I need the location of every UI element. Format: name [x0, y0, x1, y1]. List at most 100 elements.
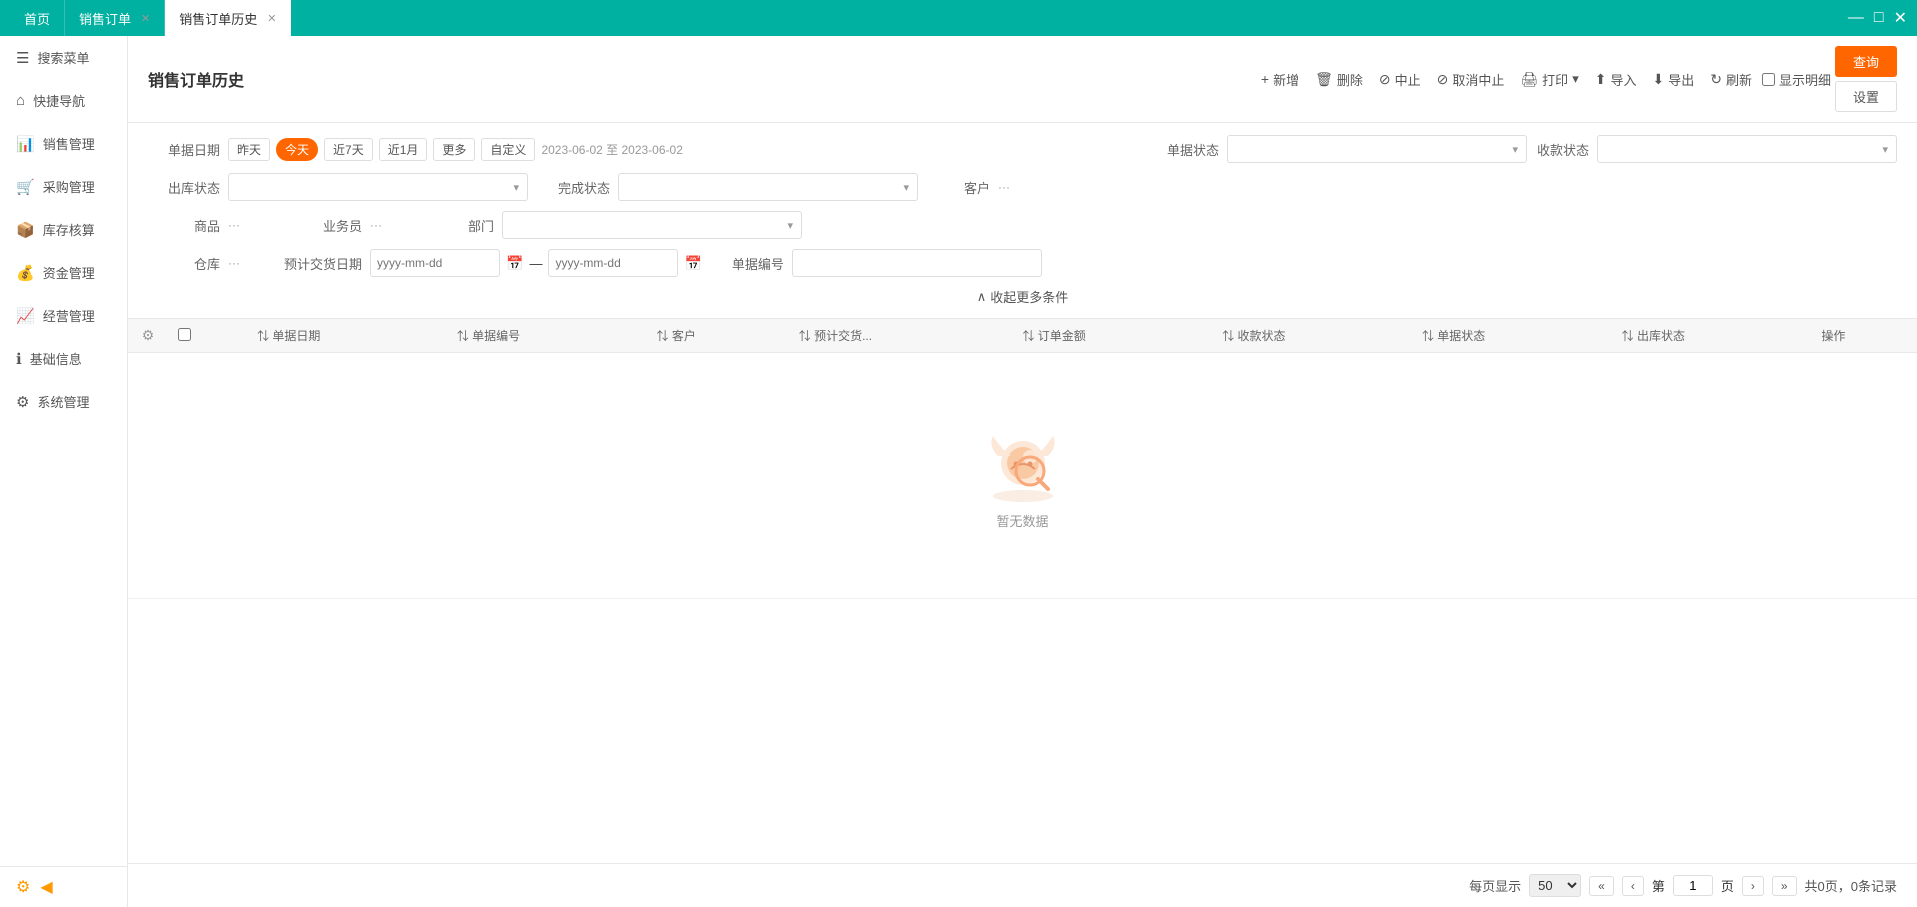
customer-col-label: ⇅ 客户 — [657, 329, 696, 343]
bill-no-label: 单据编号 — [722, 254, 792, 273]
next-page-btn[interactable]: › — [1742, 876, 1764, 896]
page-header: 销售订单历史 + 新增 🗑 删除 ⊘ 中止 ⊘ 取消中止 — [128, 36, 1917, 123]
out-status-col-header: ⇅ 出库状态 — [1612, 319, 1812, 353]
stop-button[interactable]: ⊘ 中止 — [1373, 66, 1427, 93]
set-button[interactable]: 设置 — [1835, 81, 1897, 112]
top-bar: 首页 销售订单 ✕ 销售订单历史 ✕ — □ ✕ — [0, 0, 1917, 36]
tab-home[interactable]: 首页 — [10, 0, 65, 36]
dept-select[interactable]: ▾ — [502, 211, 802, 239]
tab-sales-order-history[interactable]: 销售订单历史 ✕ — [165, 0, 291, 36]
maximize-icon[interactable]: □ — [1874, 9, 1884, 27]
query-button[interactable]: 查询 — [1835, 46, 1897, 77]
date-1month-btn[interactable]: 近1月 — [379, 138, 428, 161]
sidebar-item-operation[interactable]: 📈 经营管理 — [0, 294, 127, 337]
dept-arrow-icon: ▾ — [787, 219, 793, 232]
bill-status-arrow-icon: ▾ — [1512, 143, 1518, 156]
last-page-btn[interactable]: » — [1772, 876, 1797, 896]
inventory-icon: 📦 — [16, 221, 35, 239]
delivery-end-input[interactable] — [548, 249, 678, 277]
table-header-row: ⚙ ⇅ 单据日期 ⇅ 单据编号 ⇅ 客户 — [128, 319, 1917, 353]
empty-row: 暂无数据 — [128, 353, 1917, 599]
tab-close-icon[interactable]: ✕ — [141, 12, 150, 25]
bill-status-label: 单据状态 — [1157, 140, 1227, 159]
amount-col-header: ⇅ 订单金额 — [1012, 319, 1212, 353]
date-7days-btn[interactable]: 近7天 — [324, 138, 373, 161]
sidebar-item-search[interactable]: ☰ 搜索菜单 — [0, 36, 127, 79]
date-custom-btn[interactable]: 自定义 — [481, 138, 535, 161]
purchase-icon: 🛒 — [16, 178, 35, 196]
display-toggle-checkbox[interactable] — [1762, 73, 1775, 86]
bill-status-col-header: ⇅ 单据状态 — [1412, 319, 1612, 353]
import-icon: ⬆ — [1595, 71, 1607, 88]
date-more-btn[interactable]: 更多 — [433, 138, 475, 161]
sidebar-collapse-icon[interactable]: ◀ — [40, 877, 52, 897]
sales-icon: 📊 — [16, 135, 35, 153]
delivery-start-input[interactable] — [370, 249, 500, 277]
print-button[interactable]: 🖨 打印 ▾ — [1514, 66, 1584, 93]
system-icon: ⚙ — [16, 393, 29, 411]
delivery-date-pair: 📅 — 📅 — [370, 249, 702, 277]
sidebar-item-purchase[interactable]: 🛒 采购管理 — [0, 165, 127, 208]
bill-status-select[interactable]: ▾ — [1227, 135, 1527, 163]
display-toggle: 显示明细 — [1762, 70, 1831, 89]
salesman-label: 业务员 — [300, 216, 370, 235]
receive-status-col-header: ⇅ 收款状态 — [1212, 319, 1412, 353]
cancel-stop-button[interactable]: ⊘ 取消中止 — [1431, 66, 1511, 93]
basic-icon: ℹ — [16, 350, 22, 368]
out-status-label: 出库状态 — [148, 178, 228, 197]
customer-more-link[interactable]: ··· — [998, 180, 1010, 194]
page-input[interactable] — [1673, 875, 1713, 896]
minimize-icon[interactable]: — — [1848, 9, 1864, 27]
salesman-more-link[interactable]: ··· — [370, 218, 382, 232]
complete-status-label: 完成状态 — [548, 178, 618, 197]
date-yesterday-btn[interactable]: 昨天 — [228, 138, 270, 161]
receive-status-arrow-icon: ▾ — [1882, 143, 1888, 156]
table-area: ⚙ ⇅ 单据日期 ⇅ 单据编号 ⇅ 客户 — [128, 319, 1917, 863]
sidebar-item-sales[interactable]: 📊 销售管理 — [0, 122, 127, 165]
dept-label: 部门 — [442, 216, 502, 235]
page-prefix: 第 — [1652, 876, 1665, 895]
date-col-header: ⇅ 单据日期 — [247, 319, 447, 353]
first-page-btn[interactable]: « — [1589, 876, 1614, 896]
bill-no-input[interactable] — [792, 249, 1042, 277]
refresh-button[interactable]: ↻ 刷新 — [1704, 66, 1758, 93]
out-status-col-label: ⇅ 出库状态 — [1622, 329, 1685, 343]
collapse-btn[interactable]: ∧ 收起更多条件 — [148, 287, 1897, 306]
empty-text: 暂无数据 — [996, 511, 1048, 530]
new-button[interactable]: + 新增 — [1255, 66, 1305, 93]
search-menu-icon: ☰ — [16, 49, 29, 67]
import-button[interactable]: ⬆ 导入 — [1589, 66, 1643, 93]
tab-close-icon[interactable]: ✕ — [267, 12, 276, 25]
print-arrow-icon: ▾ — [1572, 71, 1579, 87]
per-page-select[interactable]: 20 50 100 — [1529, 874, 1581, 897]
date-today-btn[interactable]: 今天 — [276, 138, 318, 161]
total-info: 共0页，0条记录 — [1805, 876, 1897, 895]
window-controls: — □ ✕ — [1848, 8, 1907, 28]
select-all-checkbox[interactable] — [178, 328, 191, 341]
warehouse-more-link[interactable]: ··· — [228, 256, 240, 270]
out-status-select[interactable]: ▾ — [228, 173, 528, 201]
sidebar-item-finance[interactable]: 💰 资金管理 — [0, 251, 127, 294]
table-settings-icon[interactable]: ⚙ — [142, 327, 155, 343]
tab-sales-order[interactable]: 销售订单 ✕ — [65, 0, 165, 36]
sidebar-item-basic[interactable]: ℹ 基础信息 — [0, 337, 127, 380]
sidebar-bottom: ⚙ ◀ — [0, 866, 127, 907]
add-icon: + — [1261, 71, 1269, 87]
date-range-text: 2023-06-02 至 2023-06-02 — [541, 141, 682, 158]
amount-col-label: ⇅ 订单金额 — [1022, 329, 1085, 343]
date-label: 单据日期 — [148, 140, 228, 159]
filter-row-2: 出库状态 ▾ 完成状态 ▾ 客户 ··· — [148, 173, 1897, 201]
receive-status-select[interactable]: ▾ — [1597, 135, 1897, 163]
sidebar-item-quicknav[interactable]: ⌂ 快捷导航 — [0, 79, 127, 122]
close-window-icon[interactable]: ✕ — [1894, 8, 1907, 28]
sidebar-settings-icon[interactable]: ⚙ — [16, 877, 30, 897]
product-more-link[interactable]: ··· — [228, 218, 240, 232]
complete-status-select[interactable]: ▾ — [618, 173, 918, 201]
prev-page-btn[interactable]: ‹ — [1622, 876, 1644, 896]
checkbox-col-header — [168, 319, 247, 353]
out-status-arrow-icon: ▾ — [513, 181, 519, 194]
sidebar-item-inventory[interactable]: 📦 库存核算 — [0, 208, 127, 251]
sidebar-item-system[interactable]: ⚙ 系统管理 — [0, 380, 127, 423]
export-button[interactable]: ⬇ 导出 — [1646, 66, 1700, 93]
delete-button[interactable]: 🗑 删除 — [1309, 66, 1369, 93]
